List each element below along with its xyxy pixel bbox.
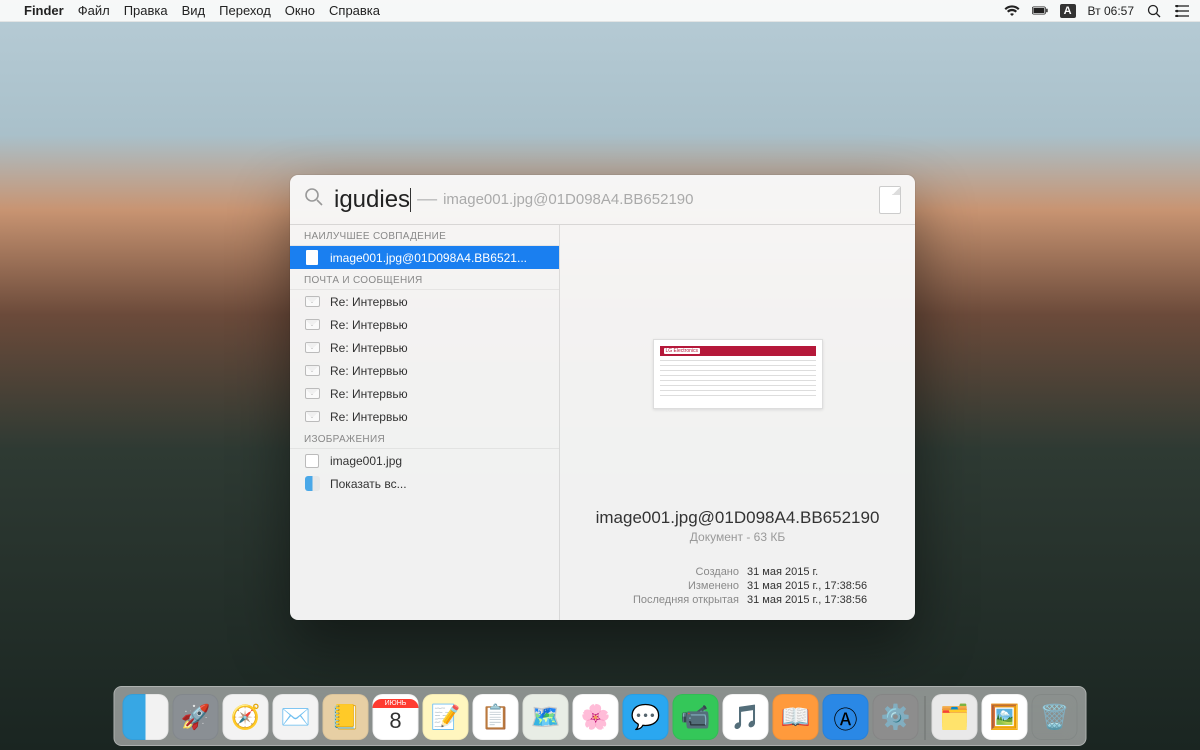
dock-mail[interactable]: ✉️ bbox=[273, 694, 319, 740]
result-row[interactable]: Re: Интервью bbox=[290, 313, 559, 336]
dock-ibooks[interactable]: 📖 bbox=[773, 694, 819, 740]
mail-icon bbox=[304, 340, 320, 356]
dock-launchpad[interactable]: 🚀 bbox=[173, 694, 219, 740]
result-label: Показать вс... bbox=[330, 477, 407, 491]
dock-safari[interactable]: 🧭 bbox=[223, 694, 269, 740]
dock-notes[interactable]: 📝 bbox=[423, 694, 469, 740]
menubar-clock[interactable]: Вт 06:57 bbox=[1088, 4, 1134, 18]
wifi-icon[interactable] bbox=[1004, 3, 1020, 19]
menu-view[interactable]: Вид bbox=[182, 3, 206, 18]
menu-go[interactable]: Переход bbox=[219, 3, 271, 18]
result-type-icon bbox=[879, 186, 901, 214]
spotlight-completion: image001.jpg@01D098A4.BB652190 bbox=[443, 191, 879, 208]
spotlight-search-bar[interactable]: igudies — image001.jpg@01D098A4.BB652190 bbox=[290, 175, 915, 225]
result-row[interactable]: Re: Интервью bbox=[290, 359, 559, 382]
dock-download[interactable]: 🖼️ bbox=[982, 694, 1028, 740]
dock-calendar[interactable]: ИЮНЬ8 bbox=[373, 694, 419, 740]
mail-icon bbox=[304, 294, 320, 310]
battery-icon[interactable] bbox=[1032, 3, 1048, 19]
dock-messages[interactable]: 💬 bbox=[623, 694, 669, 740]
menubar: Finder Файл Правка Вид Переход Окно Спра… bbox=[0, 0, 1200, 22]
text-cursor bbox=[410, 188, 411, 212]
menu-file[interactable]: Файл bbox=[78, 3, 110, 18]
dock-preferences[interactable]: ⚙️ bbox=[873, 694, 919, 740]
preview-subtitle: Документ - 63 КБ bbox=[578, 530, 897, 544]
spotlight-icon[interactable] bbox=[1146, 3, 1162, 19]
dock-photos[interactable]: 🌸 bbox=[573, 694, 619, 740]
dock-separator bbox=[925, 696, 926, 740]
result-label: Re: Интервью bbox=[330, 387, 408, 401]
meta-key: Изменено bbox=[688, 580, 739, 592]
doc-icon bbox=[304, 250, 320, 266]
results-section-header: ПОЧТА И СООБЩЕНИЯ bbox=[290, 269, 559, 290]
menu-edit[interactable]: Правка bbox=[124, 3, 168, 18]
dock-maps[interactable]: 🗺️ bbox=[523, 694, 569, 740]
result-row[interactable]: Показать вс... bbox=[290, 472, 559, 495]
results-section-header: ИЗОБРАЖЕНИЯ bbox=[290, 428, 559, 449]
dock: 🚀🧭✉️📒ИЮНЬ8📝📋🗺️🌸💬📹🎵📖Ⓐ⚙️ 🗂️🖼️🗑️ bbox=[114, 686, 1087, 746]
input-source-icon[interactable]: А bbox=[1060, 4, 1076, 18]
meta-key: Последняя открытая bbox=[633, 594, 739, 606]
search-icon bbox=[304, 187, 324, 212]
query-separator: — bbox=[417, 188, 437, 211]
result-row[interactable]: image001.jpg bbox=[290, 449, 559, 472]
result-row[interactable]: image001.jpg@01D098A4.BB6521... bbox=[290, 246, 559, 269]
mail-icon bbox=[304, 363, 320, 379]
result-label: image001.jpg bbox=[330, 454, 402, 468]
notification-center-icon[interactable] bbox=[1174, 3, 1190, 19]
meta-row: Изменено 31 мая 2015 г., 17:38:56 bbox=[578, 580, 897, 592]
meta-key: Создано bbox=[696, 566, 739, 578]
results-section-header: НАИЛУЧШЕЕ СОВПАДЕНИЕ bbox=[290, 225, 559, 246]
menu-help[interactable]: Справка bbox=[329, 3, 380, 18]
result-row[interactable]: Re: Интервью bbox=[290, 290, 559, 313]
preview-brand-label: LG Electronics bbox=[664, 348, 701, 354]
result-row[interactable]: Re: Интервью bbox=[290, 336, 559, 359]
spotlight-preview-pane: LG Electronics image001.jpg@01D098A4.BB6… bbox=[560, 225, 915, 620]
dock-facetime[interactable]: 📹 bbox=[673, 694, 719, 740]
img-icon bbox=[304, 453, 320, 469]
mail-icon bbox=[304, 317, 320, 333]
result-label: Re: Интервью bbox=[330, 295, 408, 309]
preview-metadata: Создано 31 мая 2015 г. Изменено 31 мая 2015… bbox=[578, 564, 897, 606]
dock-finder[interactable] bbox=[123, 694, 169, 740]
dock-reminders[interactable]: 📋 bbox=[473, 694, 519, 740]
mail-icon bbox=[304, 386, 320, 402]
menubar-app-name[interactable]: Finder bbox=[24, 3, 64, 18]
menu-window[interactable]: Окно bbox=[285, 3, 315, 18]
meta-value: 31 мая 2015 г. bbox=[747, 566, 897, 578]
dock-appstore[interactable]: Ⓐ bbox=[823, 694, 869, 740]
meta-row: Последняя открытая 31 мая 2015 г., 17:38:… bbox=[578, 594, 897, 606]
dock-trash[interactable]: 🗑️ bbox=[1032, 694, 1078, 740]
dock-contacts[interactable]: 📒 bbox=[323, 694, 369, 740]
meta-value: 31 мая 2015 г., 17:38:56 bbox=[747, 580, 897, 592]
mail-icon bbox=[304, 409, 320, 425]
spotlight-results-list: НАИЛУЧШЕЕ СОВПАДЕНИЕ image001.jpg@01D098A… bbox=[290, 225, 560, 620]
result-row[interactable]: Re: Интервью bbox=[290, 405, 559, 428]
result-label: Re: Интервью bbox=[330, 364, 408, 378]
dock-itunes[interactable]: 🎵 bbox=[723, 694, 769, 740]
preview-thumbnail: LG Electronics bbox=[653, 339, 823, 409]
result-row[interactable]: Re: Интервью bbox=[290, 382, 559, 405]
result-label: Re: Интервью bbox=[330, 318, 408, 332]
dock-mission[interactable]: 🗂️ bbox=[932, 694, 978, 740]
finder-icon bbox=[304, 476, 320, 492]
result-label: Re: Интервью bbox=[330, 341, 408, 355]
result-label: image001.jpg@01D098A4.BB6521... bbox=[330, 251, 527, 265]
preview-title: image001.jpg@01D098A4.BB652190 bbox=[578, 508, 897, 528]
spotlight-query[interactable]: igudies bbox=[334, 186, 410, 214]
spotlight-window: igudies — image001.jpg@01D098A4.BB652190… bbox=[290, 175, 915, 620]
result-label: Re: Интервью bbox=[330, 410, 408, 424]
meta-row: Создано 31 мая 2015 г. bbox=[578, 566, 897, 578]
meta-value: 31 мая 2015 г., 17:38:56 bbox=[747, 594, 897, 606]
